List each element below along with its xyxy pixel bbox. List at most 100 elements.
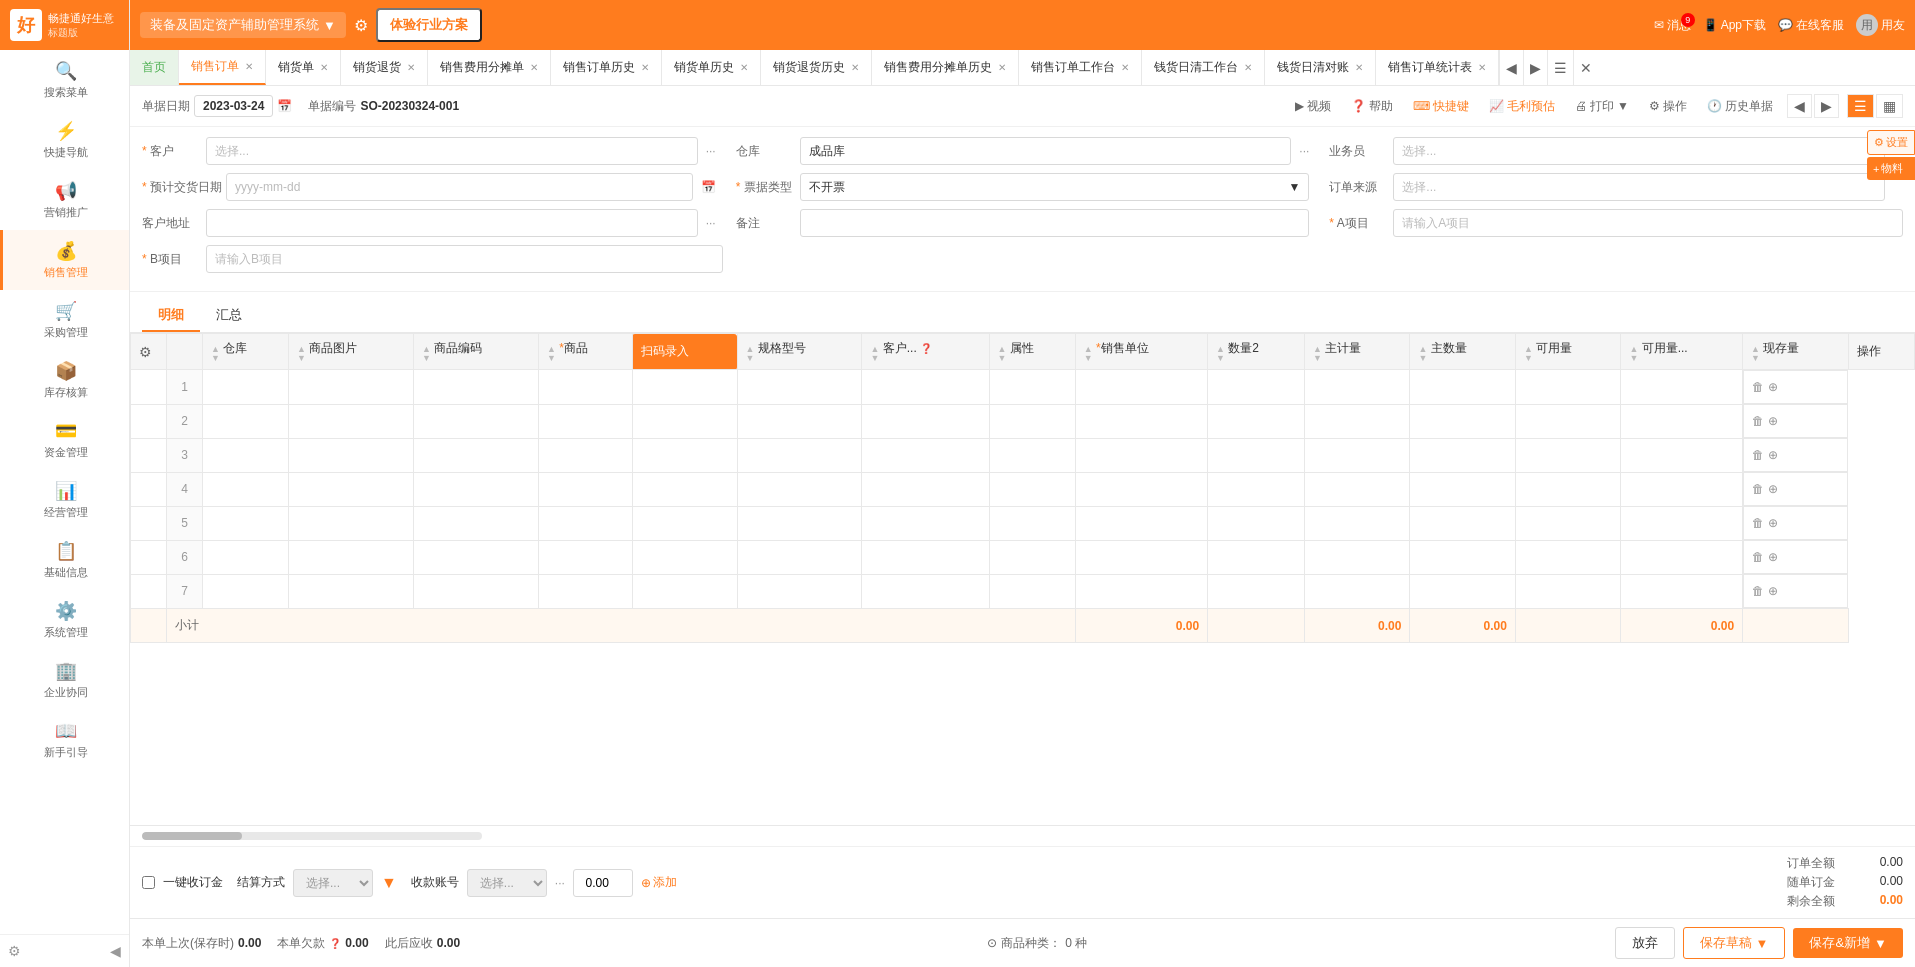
col-main-qty[interactable]: ▲▼ 主数量: [1410, 334, 1515, 370]
table-gear-icon[interactable]: ⚙: [139, 344, 152, 360]
sidebar-item-enterprise[interactable]: 🏢 企业协同: [0, 650, 129, 710]
tab-close-icon[interactable]: ✕: [530, 62, 538, 73]
col-product-image[interactable]: ▲▼ 商品图片: [289, 334, 414, 370]
copy-row-icon[interactable]: ⊕: [1768, 448, 1778, 462]
delete-row-icon[interactable]: 🗑: [1752, 414, 1764, 428]
col-available[interactable]: ▲▼ 可用量: [1515, 334, 1620, 370]
tab-daily-clear-reconcile[interactable]: 钱货日清对账 ✕: [1265, 50, 1376, 85]
add-material-btn[interactable]: + 物料: [1867, 157, 1915, 180]
app-download-button[interactable]: 📱 App下载: [1703, 17, 1766, 34]
delete-row-icon[interactable]: 🗑: [1752, 516, 1764, 530]
sidebar-item-marketing[interactable]: 📢 营销推广: [0, 170, 129, 230]
shortcuts-btn[interactable]: ⌨ 快捷键: [1407, 96, 1475, 117]
add-payment-btn[interactable]: ⊕ 添加: [641, 874, 677, 891]
operations-btn[interactable]: ⚙ 操作: [1643, 96, 1693, 117]
delete-row-icon[interactable]: 🗑: [1752, 584, 1764, 598]
tab-close-icon[interactable]: ✕: [407, 62, 415, 73]
calendar-icon[interactable]: 📅: [277, 99, 292, 113]
sidebar-item-finance[interactable]: 💳 资金管理: [0, 410, 129, 470]
tab-detail[interactable]: 明细: [142, 300, 200, 332]
tab-summary[interactable]: 汇总: [200, 300, 258, 332]
discard-button[interactable]: 放弃: [1615, 927, 1675, 959]
invoice-type-select[interactable]: 不开票 ▼: [800, 173, 1310, 201]
col-spec[interactable]: ▲▼ 规格型号: [737, 334, 862, 370]
tab-close-icon[interactable]: ✕: [998, 62, 1006, 73]
a-project-input[interactable]: 请输入A项目: [1393, 209, 1903, 237]
tab-sales-summary[interactable]: 销售订单统计表 ✕: [1376, 50, 1499, 85]
tab-close-all-button[interactable]: ✕: [1573, 50, 1598, 85]
tab-sales-return-history[interactable]: 销货退货历史 ✕: [761, 50, 872, 85]
col-product-code[interactable]: ▲▼ 商品编码: [413, 334, 538, 370]
profit-forecast-btn[interactable]: 📈 毛利预估: [1483, 96, 1561, 117]
tab-sales-expense[interactable]: 销售费用分摊单 ✕: [428, 50, 551, 85]
col-customer-code[interactable]: ▲▼ 客户... ❓: [862, 334, 989, 370]
account-more-icon[interactable]: ···: [555, 876, 565, 890]
print-btn[interactable]: 🖨 打印 ▼: [1569, 96, 1635, 117]
view-btn[interactable]: ▶ 视频: [1289, 96, 1337, 117]
tab-close-icon[interactable]: ✕: [1478, 62, 1486, 73]
solution-button[interactable]: 体验行业方案: [376, 8, 482, 42]
sidebar-item-purchase[interactable]: 🛒 采购管理: [0, 290, 129, 350]
sidebar-item-search[interactable]: 🔍 搜索菜单: [0, 50, 129, 110]
calendar-small-icon[interactable]: 📅: [701, 180, 716, 194]
collapse-icon[interactable]: ◀: [110, 943, 121, 959]
tab-close-icon[interactable]: ✕: [641, 62, 649, 73]
copy-row-icon[interactable]: ⊕: [1768, 380, 1778, 394]
tab-home[interactable]: 首页: [130, 50, 179, 85]
sidebar-item-quick-nav[interactable]: ⚡ 快捷导航: [0, 110, 129, 170]
save-new-button[interactable]: 保存&新增 ▼: [1793, 928, 1903, 958]
grid-view-btn[interactable]: ☰: [1847, 94, 1874, 118]
one-key-checkbox[interactable]: [142, 876, 155, 889]
staff-input[interactable]: 选择...: [1393, 137, 1885, 165]
delete-row-icon[interactable]: 🗑: [1752, 550, 1764, 564]
copy-row-icon[interactable]: ⊕: [1768, 482, 1778, 496]
col-product[interactable]: ▲▼ *商品: [538, 334, 632, 370]
next-record-btn[interactable]: ▶: [1814, 94, 1839, 118]
payment-amount-input[interactable]: [573, 869, 633, 897]
tab-close-icon[interactable]: ✕: [1121, 62, 1129, 73]
gear-icon[interactable]: ⚙: [354, 16, 368, 35]
delete-row-icon[interactable]: 🗑: [1752, 380, 1764, 394]
tab-close-icon[interactable]: ✕: [320, 62, 328, 73]
horizontal-scrollbar[interactable]: [142, 832, 482, 840]
tab-next-button[interactable]: ▶: [1523, 50, 1547, 85]
scrollbar-thumb[interactable]: [142, 832, 242, 840]
settings-bottom-icon[interactable]: ⚙: [8, 943, 21, 959]
sidebar-item-system[interactable]: ⚙️ 系统管理: [0, 590, 129, 650]
tab-close-icon[interactable]: ✕: [1355, 62, 1363, 73]
col-scan[interactable]: 扫码录入: [632, 334, 737, 370]
warehouse-more-icon[interactable]: ···: [1299, 144, 1309, 158]
delete-row-icon[interactable]: 🗑: [1752, 482, 1764, 496]
col-qty2[interactable]: ▲▼ 数量2: [1208, 334, 1305, 370]
account-select[interactable]: 选择...: [467, 869, 547, 897]
sidebar-item-basic-info[interactable]: 📋 基础信息: [0, 530, 129, 590]
sidebar-item-sales[interactable]: 💰 销售管理: [0, 230, 129, 290]
customer-input[interactable]: 选择...: [206, 137, 698, 165]
save-draft-button[interactable]: 保存草稿 ▼: [1683, 927, 1786, 959]
delivery-date-input[interactable]: yyyy-mm-dd: [226, 173, 693, 201]
tab-sales-invoice-history[interactable]: 销货单历史 ✕: [662, 50, 761, 85]
sidebar-item-inventory[interactable]: 📦 库存核算: [0, 350, 129, 410]
tab-sales-order-history[interactable]: 销售订单历史 ✕: [551, 50, 662, 85]
tab-sales-return[interactable]: 销货退货 ✕: [341, 50, 428, 85]
warehouse-input[interactable]: 成品库: [800, 137, 1292, 165]
copy-row-icon[interactable]: ⊕: [1768, 414, 1778, 428]
message-button[interactable]: ✉ 消息 9: [1654, 17, 1691, 34]
tab-prev-button[interactable]: ◀: [1499, 50, 1523, 85]
settlement-select[interactable]: 选择...: [293, 869, 373, 897]
col-main-unit[interactable]: ▲▼ 主计量: [1304, 334, 1409, 370]
prev-record-btn[interactable]: ◀: [1787, 94, 1812, 118]
col-attribute[interactable]: ▲▼ 属性: [989, 334, 1075, 370]
online-service-button[interactable]: 💬 在线客服: [1778, 17, 1844, 34]
tab-daily-clear-workspace[interactable]: 钱货日清工作台 ✕: [1142, 50, 1265, 85]
col-sales-unit[interactable]: ▲▼ *销售单位: [1075, 334, 1207, 370]
tab-sales-order[interactable]: 销售订单 ✕: [179, 50, 266, 85]
tab-close-icon[interactable]: ✕: [851, 62, 859, 73]
b-project-input[interactable]: 请输入B项目: [206, 245, 723, 273]
customer-more-icon[interactable]: ···: [706, 144, 716, 158]
tab-more-button[interactable]: ☰: [1547, 50, 1573, 85]
copy-row-icon[interactable]: ⊕: [1768, 550, 1778, 564]
address-more-icon[interactable]: ···: [706, 216, 716, 230]
card-view-btn[interactable]: ▦: [1876, 94, 1903, 118]
tab-close-icon[interactable]: ✕: [740, 62, 748, 73]
